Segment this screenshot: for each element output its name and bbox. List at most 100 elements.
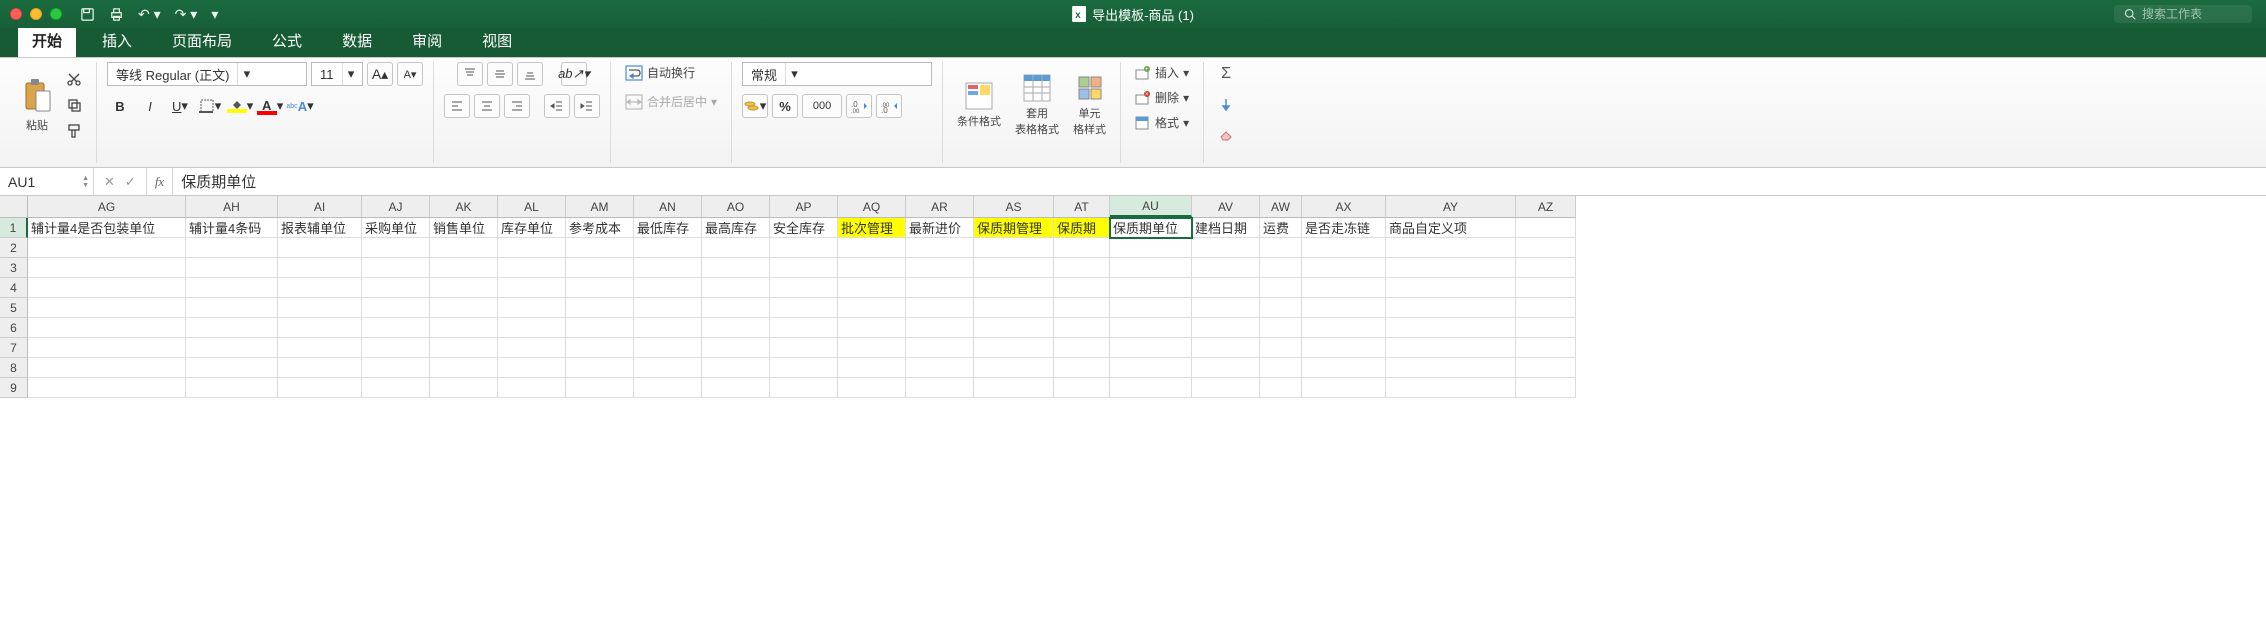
cell-AT4[interactable] — [1054, 278, 1110, 298]
column-header-AH[interactable]: AH — [186, 196, 278, 217]
row-header-7[interactable]: 7 — [0, 338, 28, 358]
cell-AZ2[interactable] — [1516, 238, 1576, 258]
cell-AO2[interactable] — [702, 238, 770, 258]
cell-AG9[interactable] — [28, 378, 186, 398]
cell-AX7[interactable] — [1302, 338, 1386, 358]
cell-AS5[interactable] — [974, 298, 1054, 318]
cell-AR7[interactable] — [906, 338, 974, 358]
column-header-AV[interactable]: AV — [1192, 196, 1260, 217]
cell-AP2[interactable] — [770, 238, 838, 258]
print-icon[interactable] — [109, 7, 124, 22]
cell-AJ3[interactable] — [362, 258, 430, 278]
cell-AH2[interactable] — [186, 238, 278, 258]
cell-AX3[interactable] — [1302, 258, 1386, 278]
column-header-AI[interactable]: AI — [278, 196, 362, 217]
cell-AS4[interactable] — [974, 278, 1054, 298]
cell-AY3[interactable] — [1386, 258, 1516, 278]
cell-AL7[interactable] — [498, 338, 566, 358]
align-right-button[interactable] — [504, 94, 530, 118]
cell-AK1[interactable]: 销售单位 — [430, 218, 498, 238]
search-input[interactable] — [2142, 7, 2242, 21]
cell-AL1[interactable]: 库存单位 — [498, 218, 566, 238]
row-header-1[interactable]: 1 — [0, 218, 28, 238]
cell-AY7[interactable] — [1386, 338, 1516, 358]
cell-AK5[interactable] — [430, 298, 498, 318]
cell-AZ6[interactable] — [1516, 318, 1576, 338]
align-center-button[interactable] — [474, 94, 500, 118]
cell-AM2[interactable] — [566, 238, 634, 258]
cell-AW2[interactable] — [1260, 238, 1302, 258]
cell-AH1[interactable]: 辅计量4条码 — [186, 218, 278, 238]
name-box[interactable]: AU1▲▼ — [0, 168, 94, 195]
increase-decimal-button[interactable]: .0.00 — [846, 94, 872, 118]
cell-AS9[interactable] — [974, 378, 1054, 398]
column-header-AR[interactable]: AR — [906, 196, 974, 217]
align-bottom-button[interactable] — [517, 62, 543, 86]
cell-AW5[interactable] — [1260, 298, 1302, 318]
search-sheet[interactable] — [2114, 5, 2252, 23]
tab-插入[interactable]: 插入 — [88, 24, 146, 57]
cell-AG6[interactable] — [28, 318, 186, 338]
cell-AP4[interactable] — [770, 278, 838, 298]
redo-button[interactable]: ↷ ▾ — [175, 6, 198, 23]
cell-AU2[interactable] — [1110, 238, 1192, 258]
cell-AX4[interactable] — [1302, 278, 1386, 298]
format-painter-button[interactable] — [62, 119, 86, 143]
cell-AO1[interactable]: 最高库存 — [702, 218, 770, 238]
cell-AX1[interactable]: 是否走冻链 — [1302, 218, 1386, 238]
cell-AI2[interactable] — [278, 238, 362, 258]
cell-AM5[interactable] — [566, 298, 634, 318]
decrease-decimal-button[interactable]: .00.0 — [876, 94, 902, 118]
cell-AU7[interactable] — [1110, 338, 1192, 358]
tab-审阅[interactable]: 审阅 — [398, 24, 456, 57]
formula-input[interactable]: 保质期单位 — [173, 168, 2266, 195]
column-header-AX[interactable]: AX — [1302, 196, 1386, 217]
minimize-window-button[interactable] — [30, 8, 42, 20]
cell-AJ6[interactable] — [362, 318, 430, 338]
italic-button[interactable]: I — [137, 94, 163, 118]
cell-AU6[interactable] — [1110, 318, 1192, 338]
cell-AG3[interactable] — [28, 258, 186, 278]
underline-button[interactable]: U▾ — [167, 94, 193, 118]
increase-font-button[interactable]: A▴ — [367, 62, 393, 86]
cell-AN5[interactable] — [634, 298, 702, 318]
cell-AV9[interactable] — [1192, 378, 1260, 398]
cell-AL4[interactable] — [498, 278, 566, 298]
cell-AJ2[interactable] — [362, 238, 430, 258]
number-format-dropdown[interactable]: 常规▾ — [742, 62, 932, 86]
cell-AN6[interactable] — [634, 318, 702, 338]
cell-AV2[interactable] — [1192, 238, 1260, 258]
row-header-2[interactable]: 2 — [0, 238, 28, 258]
cell-AY5[interactable] — [1386, 298, 1516, 318]
cell-AK6[interactable] — [430, 318, 498, 338]
conditional-format-button[interactable]: 条件格式 — [953, 79, 1005, 131]
cell-AZ7[interactable] — [1516, 338, 1576, 358]
cell-AJ5[interactable] — [362, 298, 430, 318]
cell-AQ8[interactable] — [838, 358, 906, 378]
cell-AI4[interactable] — [278, 278, 362, 298]
format-cells-button[interactable]: 格式 ▾ — [1131, 112, 1193, 133]
cell-AK7[interactable] — [430, 338, 498, 358]
cell-AV8[interactable] — [1192, 358, 1260, 378]
cell-AH5[interactable] — [186, 298, 278, 318]
cell-AI8[interactable] — [278, 358, 362, 378]
cell-AQ6[interactable] — [838, 318, 906, 338]
row-header-5[interactable]: 5 — [0, 298, 28, 318]
cell-AL3[interactable] — [498, 258, 566, 278]
cell-AV3[interactable] — [1192, 258, 1260, 278]
delete-cells-button[interactable]: ×删除 ▾ — [1131, 87, 1193, 108]
column-header-AJ[interactable]: AJ — [362, 196, 430, 217]
cell-AM4[interactable] — [566, 278, 634, 298]
cell-AY1[interactable]: 商品自定义项 — [1386, 218, 1516, 238]
cell-AT1[interactable]: 保质期 — [1054, 218, 1110, 238]
undo-button[interactable]: ↶ ▾ — [138, 6, 161, 23]
cell-AO7[interactable] — [702, 338, 770, 358]
cell-AG2[interactable] — [28, 238, 186, 258]
column-header-AM[interactable]: AM — [566, 196, 634, 217]
paste-button[interactable]: 粘贴 — [18, 75, 56, 135]
cell-AJ8[interactable] — [362, 358, 430, 378]
cell-AU1[interactable]: 保质期单位 — [1110, 218, 1192, 238]
font-size-dropdown[interactable]: 11▾ — [311, 62, 363, 86]
autosum-button[interactable]: Σ — [1214, 62, 1238, 86]
accounting-format-button[interactable]: ▾ — [742, 94, 768, 118]
